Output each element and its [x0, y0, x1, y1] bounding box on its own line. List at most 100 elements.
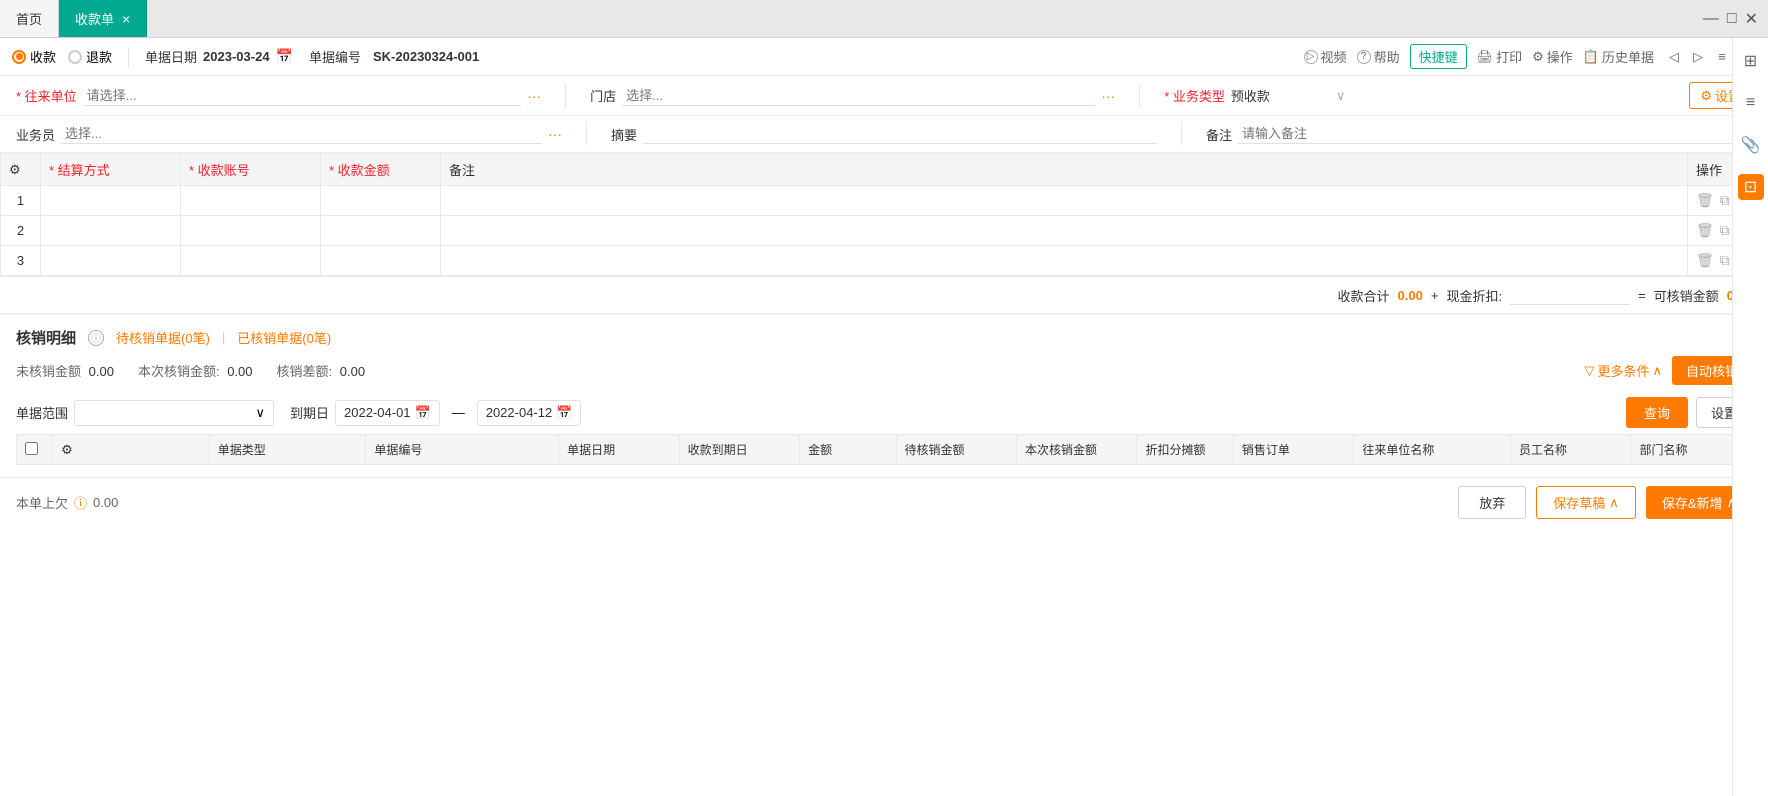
row-remark-2[interactable]: [441, 216, 1688, 246]
radio-tuikuan[interactable]: 退款: [68, 47, 112, 66]
bottom-settings-icon[interactable]: ⚙: [61, 442, 73, 457]
bottom-table: ⚙ 单据类型 单据编号 单据日期 收款到期日 金额 待核销金额 本次核销金额 折…: [16, 434, 1752, 465]
store-input[interactable]: [622, 86, 1095, 106]
calendar-icon[interactable]: 📅: [276, 48, 293, 65]
history-item[interactable]: 📋 历史单据: [1583, 47, 1654, 66]
layout-list-icon[interactable]: ≡: [1712, 49, 1732, 65]
radio-shoukuan-label: 收款: [30, 47, 56, 66]
staff-more-icon[interactable]: ···: [548, 126, 562, 142]
th-partner-name: 往来单位名称: [1354, 435, 1511, 465]
verify-pending-tab[interactable]: 待核销单据(0笔): [116, 328, 210, 347]
tab-bar: 首页 收款单 × — □ ✕: [0, 0, 1768, 38]
note-input[interactable]: [1238, 124, 1752, 144]
verify-done-tab[interactable]: 已核销单据(0笔): [237, 328, 331, 347]
per-info-icon[interactable]: ⓘ: [74, 493, 87, 512]
kuaijian-button[interactable]: 快捷键: [1410, 44, 1467, 69]
th-doc-no: 单据编号: [366, 435, 559, 465]
partner-more-icon[interactable]: ···: [527, 88, 541, 104]
no-field: 单据编号 SK-20230324-001: [309, 47, 479, 66]
range-select[interactable]: ∨: [74, 400, 274, 426]
th-amount-label: * 收款金额: [329, 163, 390, 178]
layout-next-icon[interactable]: ▷: [1688, 49, 1708, 65]
date-start-picker[interactable]: 2022-04-01 📅: [335, 400, 440, 426]
th-pending-amount: 待核销金额: [896, 435, 1016, 465]
row-num-2: 2: [1, 216, 41, 246]
copy-icon-3[interactable]: ⧉: [1720, 252, 1730, 269]
th-checkbox[interactable]: [17, 435, 53, 465]
delete-icon-3[interactable]: 🗑: [1696, 252, 1714, 269]
th-bottom-settings[interactable]: ⚙: [53, 435, 210, 465]
print-icon: 🖨: [1477, 49, 1494, 65]
per-value: 0.00: [93, 495, 118, 510]
chevron-up-icon: ∧: [1652, 363, 1662, 379]
copy-icon-2[interactable]: ⧉: [1720, 222, 1730, 239]
note-label: 备注: [1206, 125, 1232, 144]
radio-tuikuan-dot: [68, 50, 82, 64]
business-type-arrow[interactable]: ∨: [1336, 88, 1346, 104]
staff-input[interactable]: [61, 124, 542, 144]
partner-field: * 往来单位 ···: [16, 86, 541, 106]
row-shoukuan-3[interactable]: [181, 246, 321, 276]
help-label: 帮助: [1374, 47, 1400, 66]
radio-shoukuan[interactable]: 收款: [12, 47, 56, 66]
th-this-amount: 本次核销金额: [1016, 435, 1136, 465]
operation-item[interactable]: ⚙ 操作: [1532, 47, 1573, 66]
range-field: 单据范围 ∨: [16, 400, 274, 426]
row-shoukuan-2[interactable]: [181, 216, 321, 246]
th-settings[interactable]: ⚙: [1, 154, 41, 186]
staff-label: 业务员: [16, 125, 55, 144]
video-item[interactable]: ▷ 视频: [1304, 47, 1347, 66]
select-all-checkbox[interactable]: [25, 442, 38, 455]
query-button[interactable]: 查询: [1626, 397, 1688, 428]
print-item[interactable]: 🖨 打印: [1477, 47, 1523, 66]
tab-shoukuan[interactable]: 收款单 ×: [59, 0, 147, 37]
maximize-icon[interactable]: □: [1727, 10, 1737, 28]
partner-input[interactable]: [83, 86, 521, 106]
minimize-icon[interactable]: —: [1703, 10, 1719, 28]
sidebar-icon-list[interactable]: ≡: [1738, 90, 1764, 116]
th-doc-amount: 金额: [800, 435, 896, 465]
summary-input[interactable]: [643, 124, 1157, 144]
layout-prev-icon[interactable]: ◁: [1664, 49, 1684, 65]
history-label: 历史单据: [1602, 47, 1654, 66]
table-settings-icon[interactable]: ⚙: [9, 162, 21, 177]
row-jiesuan-3[interactable]: [41, 246, 181, 276]
tab-home[interactable]: 首页: [0, 0, 59, 37]
sidebar-icon-clip[interactable]: 📎: [1738, 132, 1764, 158]
tab-close-icon[interactable]: ×: [122, 11, 130, 27]
row-amount-3[interactable]: [321, 246, 441, 276]
row-jiesuan-1[interactable]: [41, 186, 181, 216]
abandon-button[interactable]: 放弃: [1458, 486, 1526, 519]
business-type-label: * 业务类型: [1164, 86, 1225, 105]
row-amount-2[interactable]: [321, 216, 441, 246]
summary-field: 摘要: [611, 124, 1157, 144]
verify-right-tools: ▽ 更多条件 ∧ 自动核销: [1584, 356, 1752, 385]
row-remark-1[interactable]: [441, 186, 1688, 216]
auto-verify-label: 自动核销: [1686, 364, 1738, 379]
verify-section: 核销明细 ⓘ 待核销单据(0笔) | 已核销单据(0笔) 未核销金额 0.00 …: [0, 313, 1768, 477]
form-row-2: 业务员 ··· 摘要 备注: [0, 116, 1768, 153]
verify-info-icon[interactable]: ⓘ: [88, 330, 104, 346]
store-more-icon[interactable]: ···: [1101, 88, 1115, 104]
row-shoukuan-1[interactable]: [181, 186, 321, 216]
save-draft-button[interactable]: 保存草稿 ∧: [1536, 486, 1636, 519]
more-conditions-btn[interactable]: ▽ 更多条件 ∧: [1584, 361, 1662, 380]
delete-icon-2[interactable]: 🗑: [1696, 222, 1714, 239]
business-type-field: * 业务类型 预收款 ∨: [1164, 86, 1689, 105]
discount-input[interactable]: [1510, 285, 1630, 305]
close-icon[interactable]: ✕: [1745, 9, 1758, 29]
note-field: 备注: [1206, 124, 1752, 144]
form-divider-2: [1139, 84, 1140, 108]
help-item[interactable]: ? 帮助: [1357, 47, 1400, 66]
form-row-1: * 往来单位 ··· 门店 ··· * 业务类型 预收款 ∨ ⚙ 设置: [0, 76, 1768, 116]
row-amount-1[interactable]: [321, 186, 441, 216]
delete-icon-1[interactable]: 🗑: [1696, 192, 1714, 209]
tab-shoukuan-label: 收款单: [75, 9, 114, 28]
sidebar-icon-table[interactable]: ⊞: [1738, 48, 1764, 74]
no-label: 单据编号: [309, 47, 361, 66]
copy-icon-1[interactable]: ⧉: [1720, 192, 1730, 209]
date-end-picker[interactable]: 2022-04-12 📅: [477, 400, 582, 426]
row-remark-3[interactable]: [441, 246, 1688, 276]
sidebar-icon-active[interactable]: ⊡: [1738, 174, 1764, 200]
row-jiesuan-2[interactable]: [41, 216, 181, 246]
